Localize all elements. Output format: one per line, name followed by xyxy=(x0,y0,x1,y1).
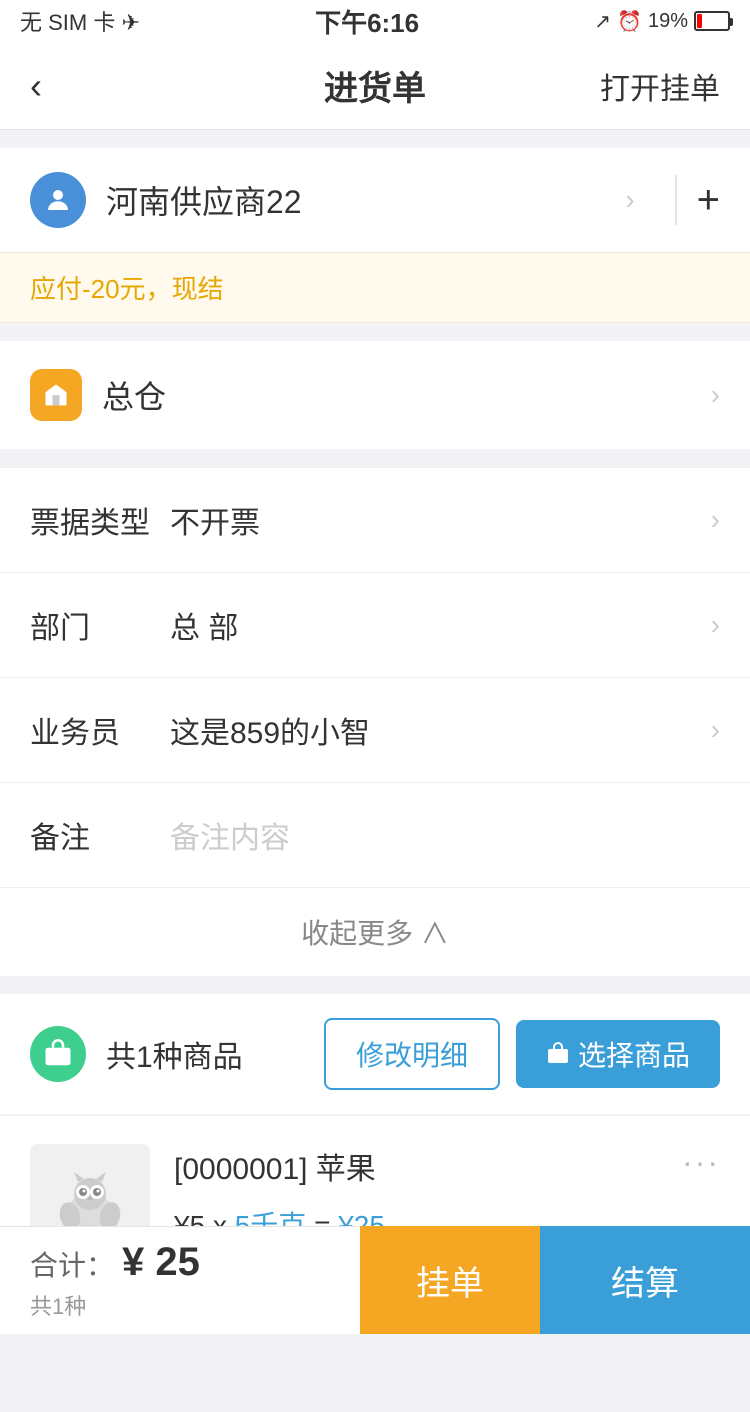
payment-notice: 应付-20元，现结 xyxy=(0,252,750,323)
nav-bar: ‹ 进货单 打开挂单 xyxy=(0,42,750,130)
select-product-button[interactable]: 选择商品 xyxy=(516,1020,720,1088)
hang-order-button[interactable]: 挂单 xyxy=(360,1226,540,1334)
footer: 合计： ¥ 25 共1种 挂单 结算 xyxy=(0,1226,750,1334)
department-arrow-icon: › xyxy=(711,609,720,641)
department-value: 总 部 xyxy=(170,603,711,647)
salesperson-value: 这是859的小智 xyxy=(170,708,711,752)
open-hang-button[interactable]: 打开挂单 xyxy=(600,64,720,108)
select-product-label: 选择商品 xyxy=(578,1034,690,1074)
salesperson-arrow-icon: › xyxy=(711,714,720,746)
department-label: 部门 xyxy=(30,603,150,647)
hang-order-label: 挂单 xyxy=(416,1256,484,1305)
divider-2 xyxy=(0,323,750,341)
page-title: 进货单 xyxy=(324,61,426,110)
footer-total: 合计： ¥ 25 共1种 xyxy=(0,1226,360,1334)
back-button[interactable]: ‹ xyxy=(30,65,42,107)
total-sub: 共1种 xyxy=(30,1289,330,1321)
warehouse-section: 总仓 › xyxy=(0,341,750,449)
product-header: 共1种商品 修改明细 选择商品 xyxy=(0,994,750,1114)
product-name: [0000001] 苹果 xyxy=(174,1144,682,1188)
warehouse-row[interactable]: 总仓 › xyxy=(0,341,750,449)
collapse-button[interactable]: 收起更多 ∧ xyxy=(0,887,750,976)
remark-input[interactable]: 备注内容 xyxy=(170,813,720,857)
invoice-type-row[interactable]: 票据类型 不开票 › xyxy=(0,467,750,572)
supplier-divider xyxy=(675,175,677,225)
checkout-label: 结算 xyxy=(611,1256,679,1305)
invoice-type-label: 票据类型 xyxy=(30,498,150,542)
salesperson-row[interactable]: 业务员 这是859的小智 › xyxy=(0,677,750,782)
collapse-label: 收起更多 ∧ xyxy=(301,912,449,952)
invoice-type-arrow-icon: › xyxy=(711,504,720,536)
total-amount: ¥ 25 xyxy=(122,1240,200,1285)
alarm-icon: ⏰ xyxy=(617,9,642,34)
invoice-type-value: 不开票 xyxy=(170,498,711,542)
department-row[interactable]: 部门 总 部 › xyxy=(0,572,750,677)
battery-icon xyxy=(694,11,730,31)
status-bar: 无 SIM 卡 ✈ 下午6:16 ↗ ⏰ 19% xyxy=(0,0,750,42)
checkout-button[interactable]: 结算 xyxy=(540,1226,750,1334)
warehouse-icon xyxy=(30,369,82,421)
divider-3 xyxy=(0,449,750,467)
supplier-arrow-icon: › xyxy=(625,184,634,216)
product-count: 共1种商品 xyxy=(106,1032,324,1076)
divider-4 xyxy=(0,976,750,994)
location-icon: ↗ xyxy=(594,9,611,34)
product-more-button[interactable]: ··· xyxy=(682,1144,720,1181)
remark-row[interactable]: 备注 备注内容 xyxy=(0,782,750,887)
sim-status: 无 SIM 卡 ✈ xyxy=(20,5,140,37)
total-label: 合计： xyxy=(30,1244,114,1284)
battery-level: 19% xyxy=(648,10,688,33)
select-product-icon xyxy=(546,1042,570,1066)
supplier-section: 河南供应商22 › + 应付-20元，现结 xyxy=(0,148,750,323)
warehouse-arrow-icon: › xyxy=(711,379,720,411)
supplier-name: 河南供应商22 xyxy=(106,177,625,223)
salesperson-label: 业务员 xyxy=(30,708,150,752)
product-icon-wrap xyxy=(30,1026,86,1082)
divider-1 xyxy=(0,130,750,148)
form-section: 票据类型 不开票 › 部门 总 部 › 业务员 这是859的小智 › 备注 备注… xyxy=(0,467,750,976)
status-right: ↗ ⏰ 19% xyxy=(594,9,730,34)
edit-detail-button[interactable]: 修改明细 xyxy=(324,1018,500,1090)
supplier-add-button[interactable]: + xyxy=(697,178,720,223)
supplier-avatar xyxy=(30,172,86,228)
status-left: 无 SIM 卡 ✈ xyxy=(20,5,140,37)
warehouse-name: 总仓 xyxy=(102,372,711,418)
supplier-row[interactable]: 河南供应商22 › + xyxy=(0,148,750,252)
remark-label: 备注 xyxy=(30,813,150,857)
status-time: 下午6:16 xyxy=(315,3,419,40)
